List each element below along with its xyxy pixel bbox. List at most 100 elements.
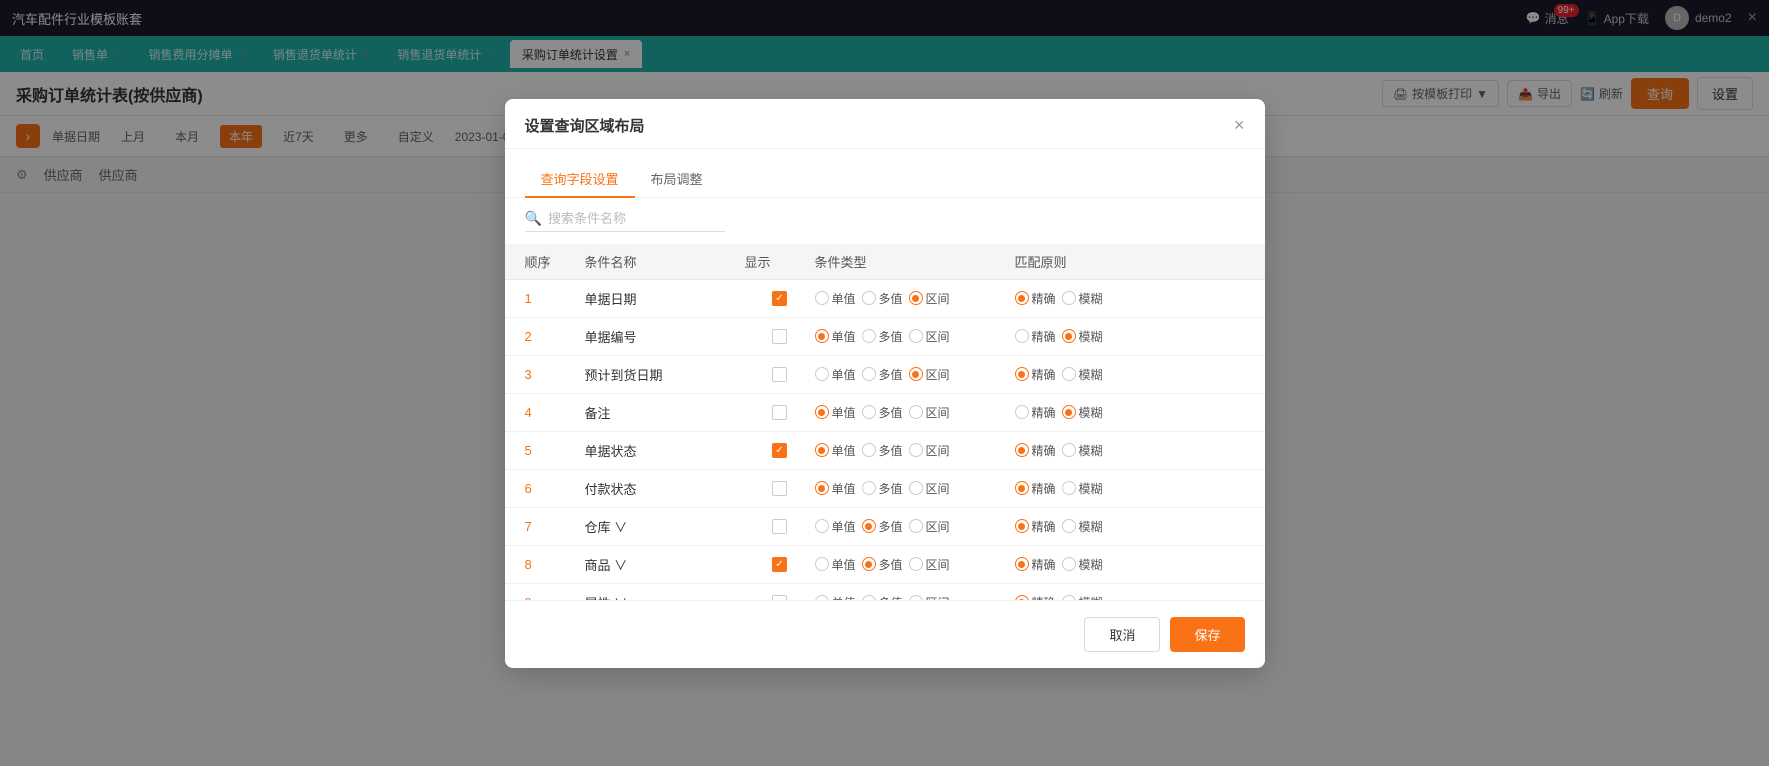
row-match-match_exact[interactable]: 精确 xyxy=(1015,404,1056,421)
row-show-checkbox[interactable] xyxy=(772,405,787,420)
settings-dialog: 设置查询区域布局 × 查询字段设置 布局调整 🔍 顺序 条件名称 显示 xyxy=(505,99,1265,668)
radio-circle xyxy=(862,481,876,495)
row-type-type_range[interactable]: 区间 xyxy=(909,556,950,573)
table-row: 5单据状态单值多值区间精确模糊 xyxy=(505,432,1265,470)
row-type-type_range[interactable]: 区间 xyxy=(909,518,950,535)
row-type-group: 单值多值区间 xyxy=(815,556,1015,573)
row-match-match_fuzzy[interactable]: 模糊 xyxy=(1062,556,1103,573)
radio-circle xyxy=(862,329,876,343)
row-type-type_single[interactable]: 单值 xyxy=(815,404,856,421)
row-show-checkbox[interactable] xyxy=(772,367,787,382)
row-match-match_fuzzy[interactable]: 模糊 xyxy=(1062,518,1103,535)
radio-circle xyxy=(862,291,876,305)
row-match-match_exact[interactable]: 精确 xyxy=(1015,328,1056,345)
row-type-group: 单值多值区间 xyxy=(815,480,1015,497)
radio-circle xyxy=(909,443,923,457)
table-row: 1单据日期单值多值区间精确模糊 xyxy=(505,280,1265,318)
row-match-match_exact[interactable]: 精确 xyxy=(1015,480,1056,497)
table-row: 8商品 ∨单值多值区间精确模糊 xyxy=(505,546,1265,584)
row-match-match_exact[interactable]: 精确 xyxy=(1015,518,1056,535)
row-type-type_range[interactable]: 区间 xyxy=(909,404,950,421)
radio-circle xyxy=(1015,367,1029,381)
dialog-tab-fields[interactable]: 查询字段设置 xyxy=(525,161,635,198)
row-number: 3 xyxy=(525,367,585,382)
row-type-type_single[interactable]: 单值 xyxy=(815,556,856,573)
dialog-title: 设置查询区域布局 xyxy=(525,115,645,136)
row-type-type_single[interactable]: 单值 xyxy=(815,290,856,307)
row-match-group: 精确模糊 xyxy=(1015,518,1215,535)
radio-circle xyxy=(815,291,829,305)
radio-circle xyxy=(862,367,876,381)
radio-circle xyxy=(909,557,923,571)
dialog-tab-layout[interactable]: 布局调整 xyxy=(635,161,719,198)
row-type-type_range[interactable]: 区间 xyxy=(909,328,950,345)
row-match-match_fuzzy[interactable]: 模糊 xyxy=(1062,328,1103,345)
row-match-match_fuzzy[interactable]: 模糊 xyxy=(1062,404,1103,421)
row-name: 备注 xyxy=(585,403,745,422)
radio-circle xyxy=(1062,329,1076,343)
row-show-checkbox[interactable] xyxy=(772,291,787,306)
row-type-group: 单值多值区间 xyxy=(815,328,1015,345)
row-type-type_single[interactable]: 单值 xyxy=(815,366,856,383)
row-type-type_single[interactable]: 单值 xyxy=(815,480,856,497)
row-match-group: 精确模糊 xyxy=(1015,404,1215,421)
row-show-checkbox[interactable] xyxy=(772,443,787,458)
row-match-match_fuzzy[interactable]: 模糊 xyxy=(1062,290,1103,307)
row-name: 预计到货日期 xyxy=(585,365,745,384)
dialog-tabs: 查询字段设置 布局调整 xyxy=(505,149,1265,198)
table-row: 7仓库 ∨单值多值区间精确模糊 xyxy=(505,508,1265,546)
row-match-match_fuzzy[interactable]: 模糊 xyxy=(1062,366,1103,383)
dialog-close-button[interactable]: × xyxy=(1234,116,1245,134)
row-number: 8 xyxy=(525,557,585,572)
row-type-type_multi[interactable]: 多值 xyxy=(862,442,903,459)
dialog-search-area: 🔍 xyxy=(505,198,1265,244)
row-type-type_single[interactable]: 单值 xyxy=(815,442,856,459)
row-name: 付款状态 xyxy=(585,479,745,498)
radio-circle xyxy=(1062,519,1076,533)
radio-circle xyxy=(862,519,876,533)
row-show-checkbox[interactable] xyxy=(772,481,787,496)
row-match-match_exact[interactable]: 精确 xyxy=(1015,366,1056,383)
row-match-group: 精确模糊 xyxy=(1015,328,1215,345)
radio-circle xyxy=(1062,291,1076,305)
row-type-type_multi[interactable]: 多值 xyxy=(862,404,903,421)
table-row: 9属性 ∨单值多值区间精确模糊 xyxy=(505,584,1265,600)
row-match-group: 精确模糊 xyxy=(1015,366,1215,383)
dialog-overlay: 设置查询区域布局 × 查询字段设置 布局调整 🔍 顺序 条件名称 显示 xyxy=(0,0,1769,766)
radio-circle xyxy=(909,291,923,305)
row-type-type_multi[interactable]: 多值 xyxy=(862,328,903,345)
row-match-match_fuzzy[interactable]: 模糊 xyxy=(1062,442,1103,459)
row-number: 2 xyxy=(525,329,585,344)
search-input[interactable] xyxy=(548,211,708,226)
row-show-checkbox[interactable] xyxy=(772,519,787,534)
row-type-type_range[interactable]: 区间 xyxy=(909,366,950,383)
row-match-match_fuzzy[interactable]: 模糊 xyxy=(1062,480,1103,497)
row-type-type_range[interactable]: 区间 xyxy=(909,290,950,307)
cancel-button[interactable]: 取消 xyxy=(1084,617,1160,652)
row-type-type_range[interactable]: 区间 xyxy=(909,480,950,497)
row-type-type_multi[interactable]: 多值 xyxy=(862,366,903,383)
row-type-type_multi[interactable]: 多值 xyxy=(862,518,903,535)
row-type-type_multi[interactable]: 多值 xyxy=(862,556,903,573)
row-match-match_exact[interactable]: 精确 xyxy=(1015,556,1056,573)
radio-circle xyxy=(1062,443,1076,457)
radio-circle xyxy=(815,329,829,343)
table-row: 2单据编号单值多值区间精确模糊 xyxy=(505,318,1265,356)
row-type-type_range[interactable]: 区间 xyxy=(909,442,950,459)
row-type-type_single[interactable]: 单值 xyxy=(815,518,856,535)
row-type-type_single[interactable]: 单值 xyxy=(815,328,856,345)
radio-circle xyxy=(909,367,923,381)
row-match-match_exact[interactable]: 精确 xyxy=(1015,290,1056,307)
row-number: 4 xyxy=(525,405,585,420)
row-show-checkbox[interactable] xyxy=(772,557,787,572)
radio-circle xyxy=(815,367,829,381)
row-type-type_multi[interactable]: 多值 xyxy=(862,290,903,307)
save-button[interactable]: 保存 xyxy=(1170,617,1244,652)
radio-circle xyxy=(1015,291,1029,305)
row-match-group: 精确模糊 xyxy=(1015,442,1215,459)
row-show-checkbox[interactable] xyxy=(772,329,787,344)
row-type-type_multi[interactable]: 多值 xyxy=(862,480,903,497)
radio-circle xyxy=(1015,557,1029,571)
row-number: 1 xyxy=(525,291,585,306)
row-match-match_exact[interactable]: 精确 xyxy=(1015,442,1056,459)
